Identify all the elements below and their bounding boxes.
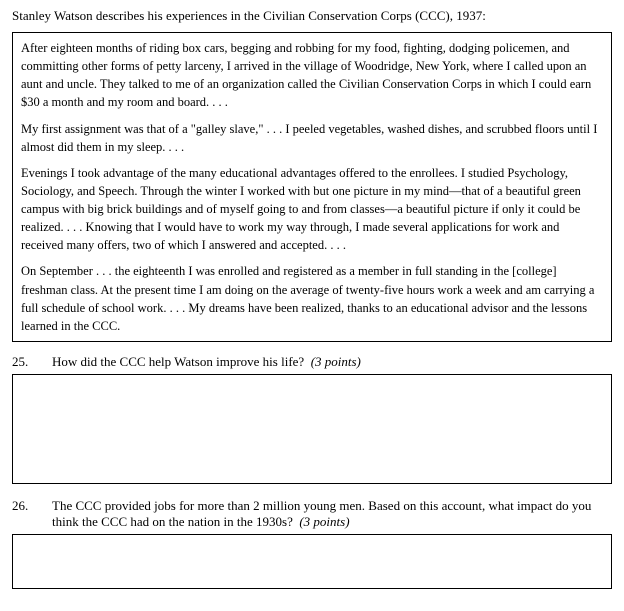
question-25-main: How did the CCC help Watson improve his … xyxy=(52,354,304,369)
question-26-label: 26. The CCC provided jobs for more than … xyxy=(12,498,612,530)
passage-paragraph-0: After eighteen months of riding box cars… xyxy=(21,39,603,112)
passage-box: After eighteen months of riding box cars… xyxy=(12,32,612,342)
question-25-section: 25. How did the CCC help Watson improve … xyxy=(12,354,612,484)
question-25-number: 25. xyxy=(12,354,52,370)
passage-paragraph-2: Evenings I took advantage of the many ed… xyxy=(21,164,603,255)
question-26-section: 26. The CCC provided jobs for more than … xyxy=(12,498,612,589)
question-26-text: The CCC provided jobs for more than 2 mi… xyxy=(52,498,612,530)
question-26-points: (3 points) xyxy=(299,514,349,529)
passage-paragraph-3: On September . . . the eighteenth I was … xyxy=(21,262,603,335)
question-25-label: 25. How did the CCC help Watson improve … xyxy=(12,354,612,370)
question-26-number: 26. xyxy=(12,498,52,530)
question-25-points: (3 points) xyxy=(311,354,361,369)
question-25-text: How did the CCC help Watson improve his … xyxy=(52,354,612,370)
question-26-answer[interactable] xyxy=(12,534,612,589)
intro-text: Stanley Watson describes his experiences… xyxy=(12,8,612,24)
passage-paragraph-1: My first assignment was that of a "galle… xyxy=(21,120,603,156)
question-25-answer[interactable] xyxy=(12,374,612,484)
